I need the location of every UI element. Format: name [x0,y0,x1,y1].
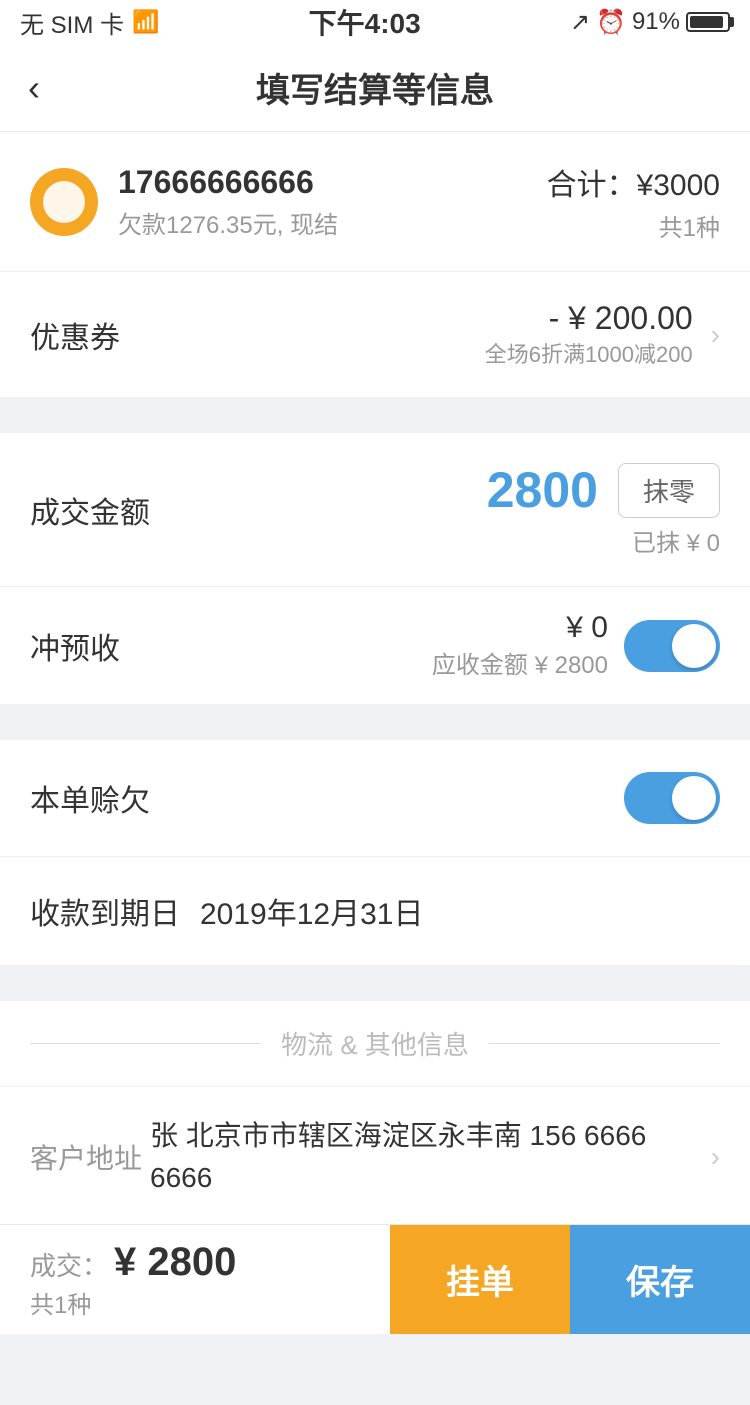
transaction-card: 成交金额 2800 抹零 已抹 ¥ 0 冲预收 ¥ 0 应收金额 ¥ 2800 [0,433,750,704]
page-title: 填写结算等信息 [256,63,494,112]
amount-controls: 2800 抹零 [487,461,720,519]
duedate-value: 2019年12月31日 [200,889,423,933]
bottom-info: 成交： ¥ 2800 共1种 [0,1240,390,1320]
customer-total: 合计：¥3000 共1种 [547,160,720,243]
coupon-info: - ¥ 200.00 全场6折满1000减200 [485,300,693,369]
bottom-amount: ¥ 2800 [114,1240,236,1285]
alarm-icon: ⏰ [596,8,626,37]
address-chevron-icon: › [711,1141,720,1173]
save-button[interactable]: 保存 [570,1225,750,1334]
duedate-label: 收款到期日 [30,889,180,933]
logistics-line-left [30,1043,261,1044]
prepay-amount-col: ¥ 0 应收金额 ¥ 2800 [432,611,608,680]
logistics-card: 物流 & 其他信息 客户地址 张 北京市市辖区海淀区永丰南 156 6666 6… [0,1001,750,1227]
back-button[interactable]: ‹ [28,67,40,109]
section-divider-1 [0,415,750,433]
prepay-row: 冲预收 ¥ 0 应收金额 ¥ 2800 [0,587,750,704]
main-content: 17666666666 欠款1276.35元, 现结 合计：¥3000 共1种 … [0,132,750,1405]
address-value: 张 北京市市辖区海淀区永丰南 156 6666 6666 [150,1115,703,1199]
battery-text: 91% [632,8,680,36]
round-button[interactable]: 抹零 [618,463,720,518]
logistics-line-right [489,1043,720,1044]
logistics-text: 物流 & 其他信息 [281,1025,469,1062]
duedate-row: 收款到期日 2019年12月31日 [0,857,750,965]
amount-label: 成交金额 [30,488,150,532]
customer-info: 17666666666 欠款1276.35元, 现结 [118,164,547,240]
coupon-chevron-icon: › [711,319,720,351]
prepay-amount: ¥ 0 [432,611,608,645]
debit-card: 本单赊欠 收款到期日 2019年12月31日 [0,740,750,965]
status-right: ↗ ⏰ 91% [570,8,730,37]
nav-bar: ‹ 填写结算等信息 [0,44,750,132]
customer-sub: 欠款1276.35元, 现结 [118,205,547,240]
bottom-bar: 成交： ¥ 2800 共1种 挂单 保存 [0,1224,750,1334]
amount-right: 2800 抹零 已抹 ¥ 0 [487,461,720,558]
total-count: 共1种 [547,208,720,243]
logistics-header: 物流 & 其他信息 [0,1001,750,1086]
prepay-toggle[interactable] [624,620,720,672]
carrier-text: 无 SIM 卡 [20,5,124,40]
bottom-deal-row: 成交： ¥ 2800 [30,1240,360,1285]
prepay-right: ¥ 0 应收金额 ¥ 2800 [432,611,720,680]
section-divider-3 [0,983,750,1001]
bottom-count: 共1种 [30,1285,360,1320]
prepay-label: 冲预收 [30,624,120,668]
customer-card: 17666666666 欠款1276.35元, 现结 合计：¥3000 共1种 … [0,132,750,397]
status-time: 下午4:03 [309,2,421,42]
amount-value: 2800 [487,461,598,519]
coupon-label: 优惠券 [30,313,120,357]
debit-label: 本单赊欠 [30,776,150,820]
section-divider-2 [0,722,750,740]
address-row[interactable]: 客户地址 张 北京市市辖区海淀区永丰南 156 6666 6666 › [0,1086,750,1227]
coupon-sub: 全场6折满1000减200 [485,337,693,369]
bottom-buttons: 挂单 保存 [390,1225,750,1334]
location-icon: ↗ [570,8,590,37]
status-bar: 无 SIM 卡 📶 下午4:03 ↗ ⏰ 91% [0,0,750,44]
amount-sub: 已抹 ¥ 0 [632,523,720,558]
hold-button[interactable]: 挂单 [390,1225,570,1334]
total-amount: 合计：¥3000 [547,160,720,204]
address-label: 客户地址 [30,1137,150,1177]
coupon-right: - ¥ 200.00 全场6折满1000减200 › [485,300,720,369]
debit-toggle-knob [672,776,716,820]
amount-row: 成交金额 2800 抹零 已抹 ¥ 0 [0,433,750,587]
prepay-sub: 应收金额 ¥ 2800 [432,645,608,680]
debit-row: 本单赊欠 [0,740,750,857]
coupon-discount: - ¥ 200.00 [485,300,693,337]
coupon-row[interactable]: 优惠券 - ¥ 200.00 全场6折满1000减200 › [0,272,750,397]
battery-icon [686,12,730,32]
debit-toggle[interactable] [624,772,720,824]
avatar-icon [43,181,85,223]
avatar [30,168,98,236]
bottom-deal-label: 成交： [30,1246,108,1283]
wifi-icon: 📶 [132,9,159,35]
customer-phone: 17666666666 [118,164,547,201]
battery-fill [690,16,723,28]
status-left: 无 SIM 卡 📶 [20,5,159,40]
customer-row: 17666666666 欠款1276.35元, 现结 合计：¥3000 共1种 [0,132,750,272]
toggle-knob [672,624,716,668]
